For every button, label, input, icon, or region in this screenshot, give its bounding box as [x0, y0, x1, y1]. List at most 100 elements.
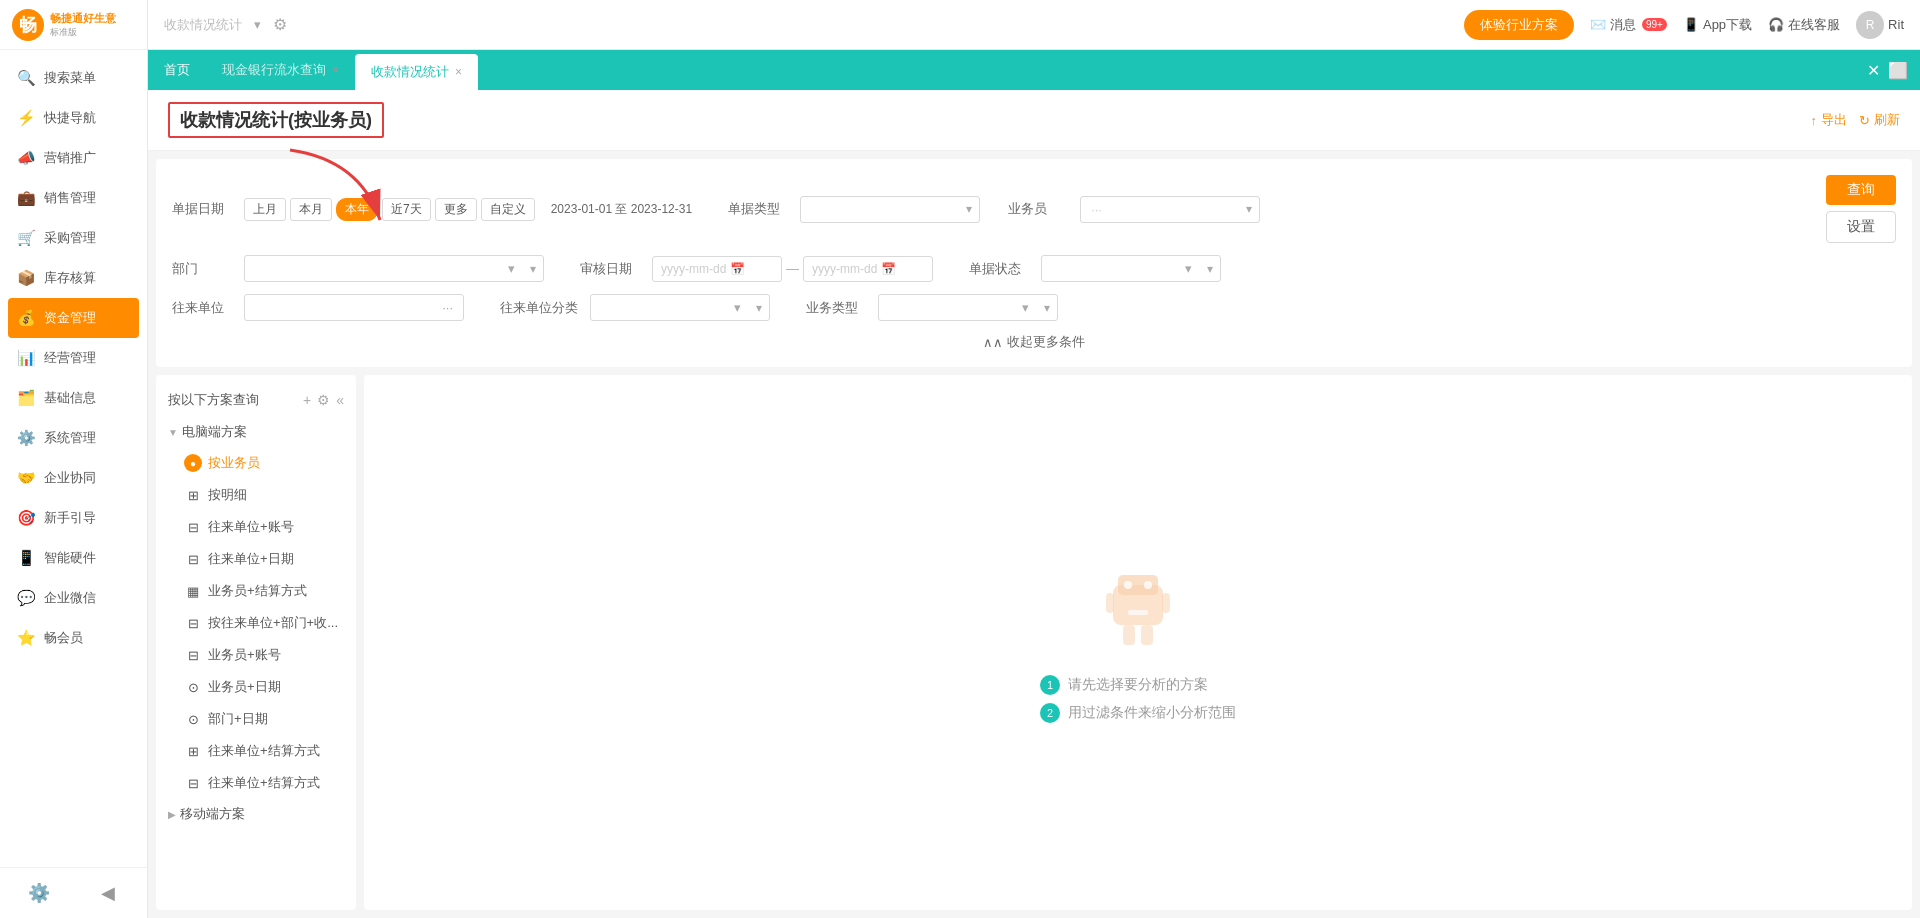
sidebar-item-enterprise[interactable]: 🤝 企业协同 — [0, 458, 147, 498]
sidebar-item-sales[interactable]: 💼 销售管理 — [0, 178, 147, 218]
search-menu-icon: 🔍 — [16, 68, 36, 88]
quick-nav-icon: ⚡ — [16, 108, 36, 128]
logo-text: 畅捷通好生意 标准版 — [50, 11, 116, 39]
header-left: 收款情况统计 ▾ ⚙ — [164, 15, 287, 34]
trial-button[interactable]: 体验行业方案 — [1464, 10, 1574, 40]
scheme-collapse-icon[interactable]: « — [336, 392, 344, 408]
tab-close-bank-flow[interactable]: × — [332, 63, 339, 77]
sidebar-item-marketing[interactable]: 📣 营销推广 — [0, 138, 147, 178]
clock-icon-1: ⊙ — [184, 678, 202, 696]
app-download-button[interactable]: 📱 App下载 — [1683, 16, 1752, 34]
finance-icon: 💰 — [16, 308, 36, 328]
biz-type-label: 业务类型 — [806, 299, 866, 317]
review-date-start[interactable]: yyyy-mm-dd 📅 — [652, 256, 782, 282]
sidebar-item-hardware[interactable]: 📱 智能硬件 — [0, 538, 147, 578]
scheme-item-partner-date[interactable]: ⊟ 往来单位+日期 — [156, 543, 356, 575]
biz-type-select[interactable]: ▾ — [878, 294, 1058, 321]
date-btn-7days[interactable]: 近7天 — [382, 198, 431, 221]
right-area: 1 请先选择要分析的方案 2 用过滤条件来缩小分析范围 — [364, 375, 1912, 910]
scheme-settings-icon[interactable]: ⚙ — [317, 392, 330, 408]
breadcrumb-dropdown-icon[interactable]: ▾ — [254, 17, 261, 32]
sidebar-item-wechat[interactable]: 💬 企业微信 — [0, 578, 147, 618]
sidebar-item-finance[interactable]: 💰 资金管理 — [8, 298, 139, 338]
date-btn-custom[interactable]: 自定义 — [481, 198, 535, 221]
sidebar-item-system[interactable]: ⚙️ 系统管理 — [0, 418, 147, 458]
system-icon: ⚙️ — [16, 428, 36, 448]
doc-type-select[interactable] — [800, 196, 980, 223]
scheme-item-partner-dept-collect[interactable]: ⊟ 按往来单位+部门+收... — [156, 607, 356, 639]
scheme-item-dept-date[interactable]: ⊙ 部门+日期 — [156, 703, 356, 735]
sidebar-nav: 🔍 搜索菜单 ⚡ 快捷导航 📣 营销推广 💼 销售管理 🛒 采购管理 📦 库存核… — [0, 50, 147, 867]
online-service-button[interactable]: 🎧 在线客服 — [1768, 16, 1840, 34]
scheme-item-by-salesman[interactable]: ● 按业务员 — [156, 447, 356, 479]
top-header: 收款情况统计 ▾ ⚙ 体验行业方案 ✉️ 消息 99+ 📱 App下载 🎧 在线… — [148, 0, 1920, 50]
scheme-item-salesman-account[interactable]: ⊟ 业务员+账号 — [156, 639, 356, 671]
scheme-item-salesman-settle[interactable]: ▦ 业务员+结算方式 — [156, 575, 356, 607]
clock-icon-2: ⊙ — [184, 710, 202, 728]
tab-home[interactable]: 首页 — [148, 50, 206, 90]
salesman-input[interactable]: ··· — [1080, 196, 1260, 223]
date-btn-this-month[interactable]: 本月 — [290, 198, 332, 221]
user-avatar[interactable]: R Rit — [1856, 11, 1904, 39]
review-date-end[interactable]: yyyy-mm-dd 📅 — [803, 256, 933, 282]
table-icon-3: ⊟ — [184, 614, 202, 632]
filter-row-2: 部门 ▾ 审核日期 yyyy-mm-dd 📅 — yyyy-mm-dd — [172, 255, 1896, 282]
export-button[interactable]: ↑ 导出 — [1811, 111, 1848, 129]
maximize-icon[interactable]: ⬜ — [1888, 61, 1908, 80]
wechat-icon: 💬 — [16, 588, 36, 608]
message-button[interactable]: ✉️ 消息 99+ — [1590, 16, 1667, 34]
biz-type-wrapper: ▾ — [878, 294, 1058, 321]
scheme-item-partner-settle2[interactable]: ⊟ 往来单位+结算方式 — [156, 767, 356, 799]
scheme-add-icon[interactable]: + — [303, 392, 311, 408]
guide-icon: 🎯 — [16, 508, 36, 528]
date-btn-this-year[interactable]: 本年 — [336, 198, 378, 221]
date-shortcuts: 上月 本月 本年 近7天 更多 自定义 — [244, 198, 535, 221]
step-num-2: 2 — [1040, 703, 1060, 723]
mobile-expand-icon: ▶ — [168, 809, 176, 820]
date-btn-more[interactable]: 更多 — [435, 198, 477, 221]
tab-bank-flow[interactable]: 现金银行流水查询 × — [206, 50, 355, 90]
desktop-group-title[interactable]: ▼ 电脑端方案 — [156, 417, 356, 447]
avatar: R — [1856, 11, 1884, 39]
scheme-item-partner-account[interactable]: ⊟ 往来单位+账号 — [156, 511, 356, 543]
set-button[interactable]: 设置 — [1826, 211, 1896, 243]
partner-input[interactable]: ··· — [244, 294, 464, 321]
collapse-sidebar-icon[interactable]: ◀ — [78, 876, 140, 910]
partner-category-select[interactable]: ▾ — [590, 294, 770, 321]
message-icon: ✉️ — [1590, 17, 1606, 32]
partner-category-wrapper: ▾ — [590, 294, 770, 321]
scheme-item-salesman-date[interactable]: ⊙ 业务员+日期 — [156, 671, 356, 703]
enterprise-icon: 🤝 — [16, 468, 36, 488]
sidebar-item-guide[interactable]: 🎯 新手引导 — [0, 498, 147, 538]
dept-input[interactable]: ▾ — [244, 255, 544, 282]
sidebar-item-quick-nav[interactable]: ⚡ 快捷导航 — [0, 98, 147, 138]
sidebar-item-basic[interactable]: 🗂️ 基础信息 — [0, 378, 147, 418]
settings-bottom-icon[interactable]: ⚙️ — [8, 876, 70, 910]
tab-close-receipt-stats[interactable]: × — [455, 65, 462, 79]
sidebar-item-member[interactable]: ⭐ 畅会员 — [0, 618, 147, 658]
empty-state: 1 请先选择要分析的方案 2 用过滤条件来缩小分析范围 — [364, 375, 1912, 910]
sidebar-item-inventory[interactable]: 📦 库存核算 — [0, 258, 147, 298]
svg-rect-7 — [1123, 625, 1135, 645]
header-settings-icon[interactable]: ⚙ — [273, 15, 287, 34]
tab-receipt-stats[interactable]: 收款情况统计 × — [355, 54, 478, 90]
sidebar-item-purchase[interactable]: 🛒 采购管理 — [0, 218, 147, 258]
refresh-button[interactable]: ↻ 刷新 — [1859, 111, 1900, 129]
content-body: 按以下方案查询 + ⚙ « ▼ 电脑端方案 ● 按业务员 — [148, 375, 1920, 918]
table-icon-1: ⊟ — [184, 518, 202, 536]
collapse-button[interactable]: ∧∧ 收起更多条件 — [983, 333, 1085, 351]
scheme-item-partner-settle1[interactable]: ⊞ 往来单位+结算方式 — [156, 735, 356, 767]
doc-status-select[interactable]: ▾ — [1041, 255, 1221, 282]
close-tab-icon[interactable]: ✕ — [1867, 61, 1880, 80]
scheme-item-by-detail[interactable]: ⊞ 按明细 — [156, 479, 356, 511]
export-icon: ↑ — [1811, 113, 1818, 128]
tab-bar: 首页 现金银行流水查询 × 收款情况统计 × ✕ ⬜ — [148, 50, 1920, 90]
query-button[interactable]: 查询 — [1826, 175, 1896, 205]
download-icon: 📱 — [1683, 17, 1699, 32]
sidebar-item-operation[interactable]: 📊 经营管理 — [0, 338, 147, 378]
sidebar-item-search-menu[interactable]: 🔍 搜索菜单 — [0, 58, 147, 98]
refresh-icon: ↻ — [1859, 113, 1870, 128]
doc-status-label: 单据状态 — [969, 260, 1029, 278]
date-btn-last-month[interactable]: 上月 — [244, 198, 286, 221]
mobile-group-title[interactable]: ▶ 移动端方案 — [156, 799, 356, 829]
